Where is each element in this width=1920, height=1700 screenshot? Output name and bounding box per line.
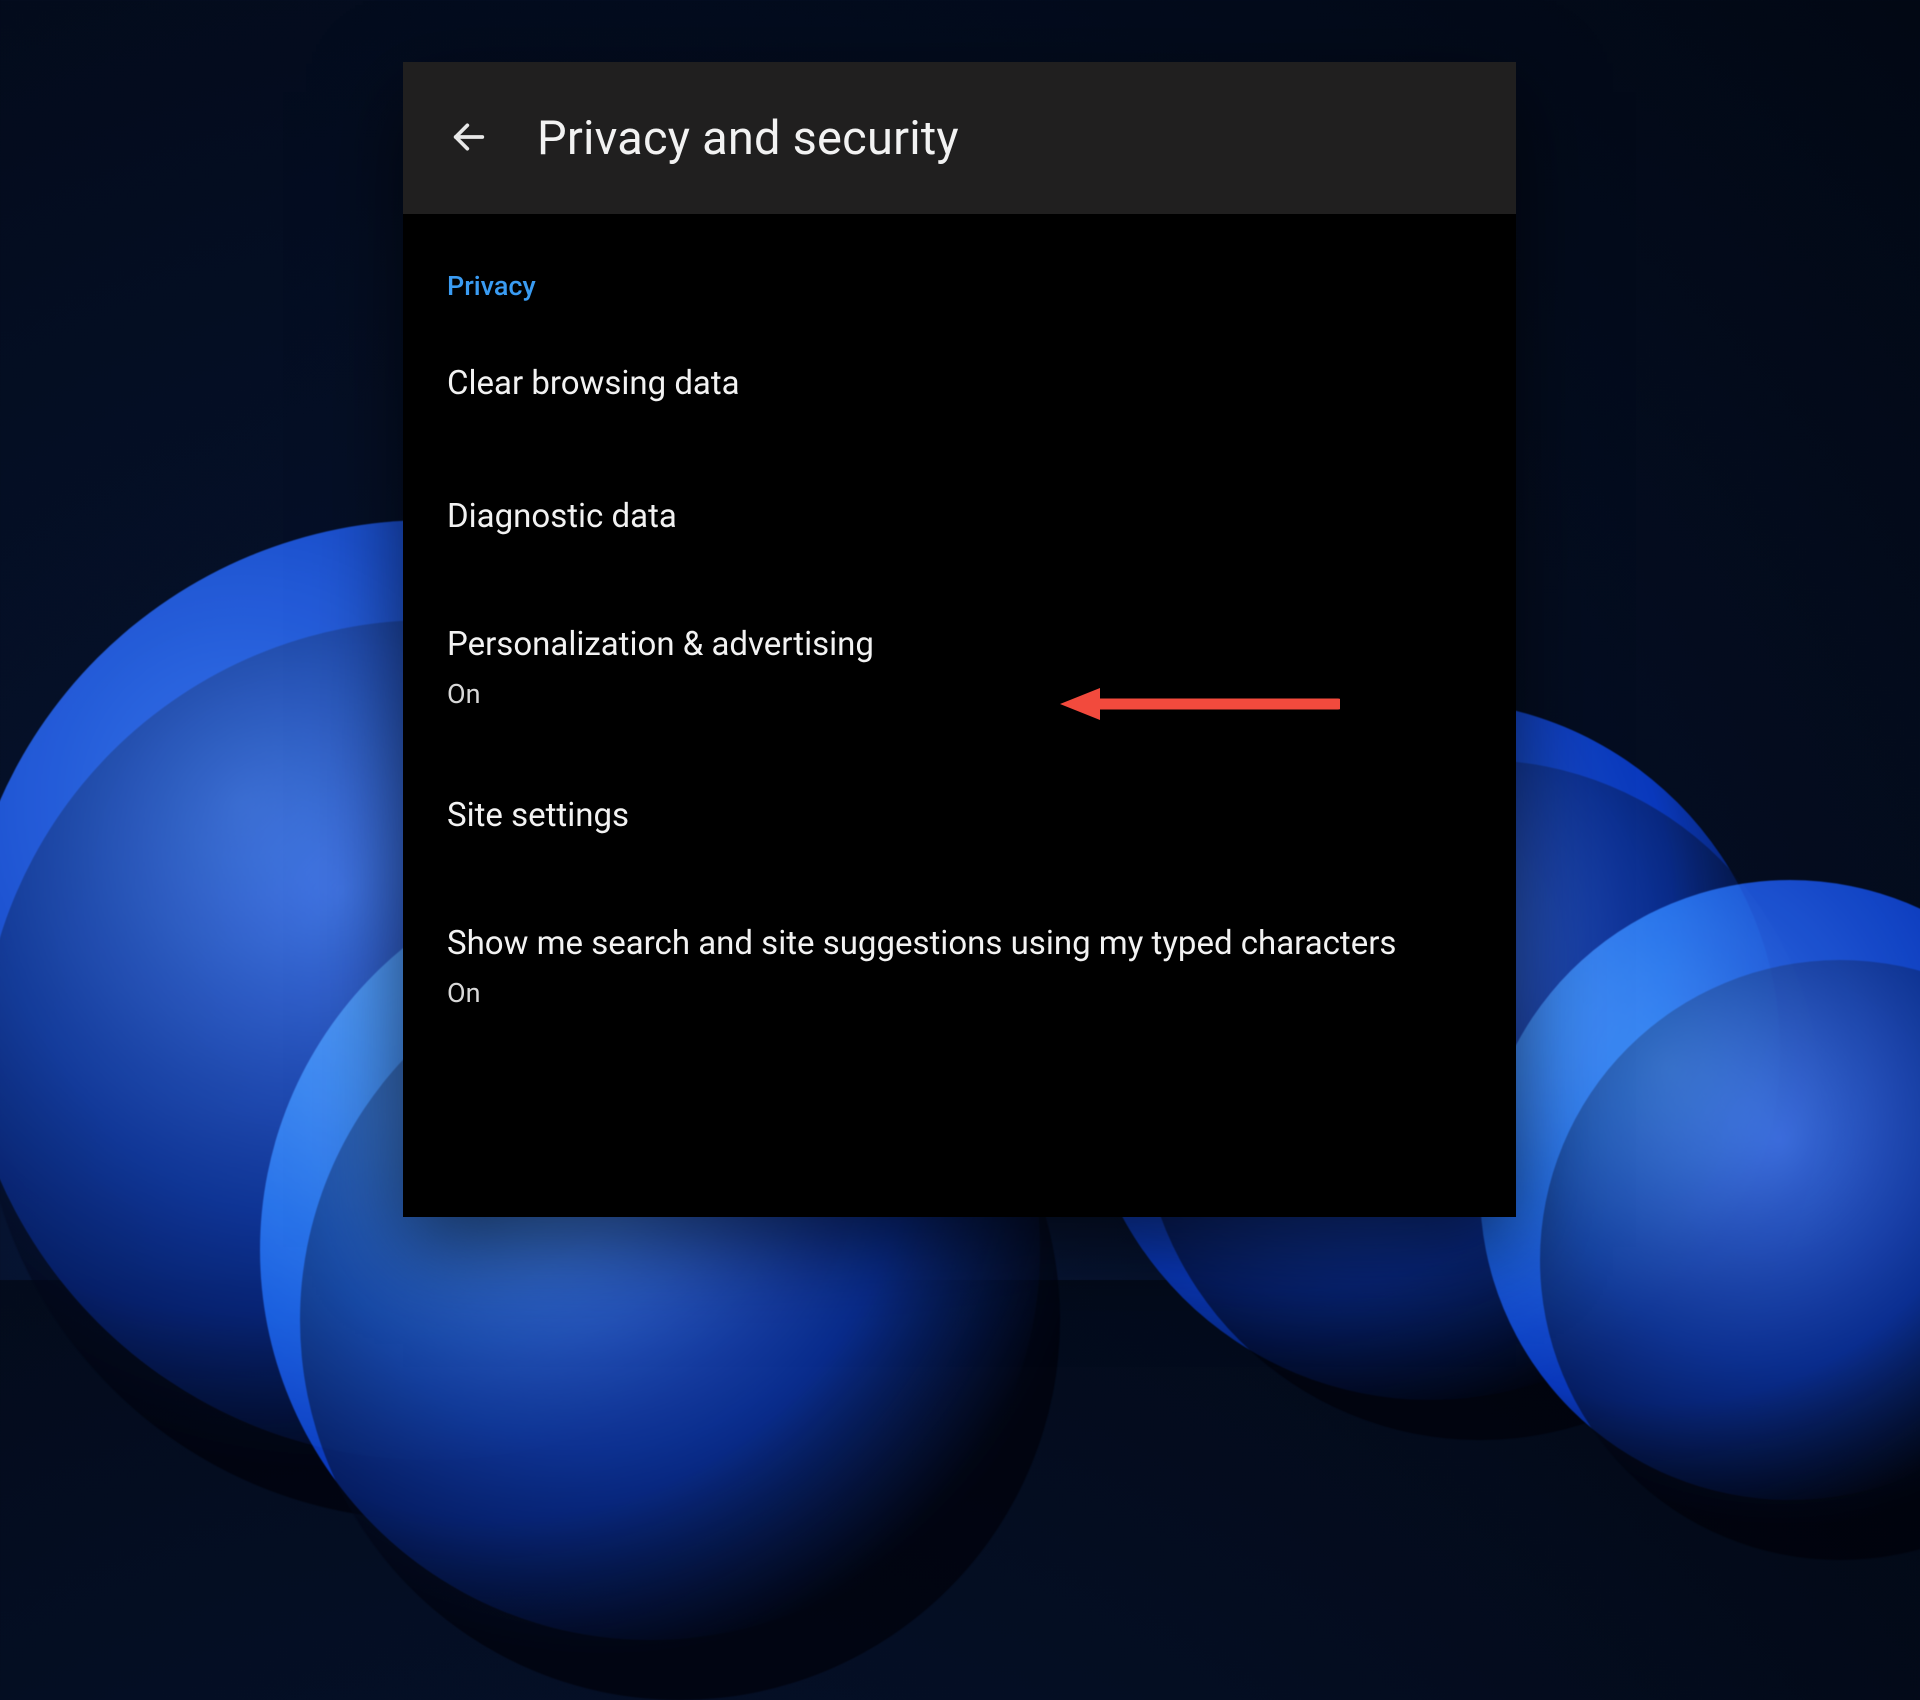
setting-title: Clear browsing data xyxy=(447,362,1472,407)
setting-personalization-advertising[interactable]: Personalization & advertising On xyxy=(403,583,1516,750)
setting-site-settings[interactable]: Site settings xyxy=(403,750,1516,883)
section-label-privacy: Privacy xyxy=(403,214,1516,318)
setting-diagnostic-data[interactable]: Diagnostic data xyxy=(403,451,1516,584)
setting-search-suggestions[interactable]: Show me search and site suggestions usin… xyxy=(403,882,1516,1049)
setting-subtext: On xyxy=(447,678,1472,710)
settings-list: Clear browsing data Diagnostic data Pers… xyxy=(403,318,1516,1049)
setting-title: Show me search and site suggestions usin… xyxy=(447,922,1472,967)
setting-subtext: On xyxy=(447,977,1472,1009)
setting-clear-browsing-data[interactable]: Clear browsing data xyxy=(403,318,1516,451)
back-button[interactable] xyxy=(431,100,507,176)
setting-title: Personalization & advertising xyxy=(447,623,1472,668)
page-title: Privacy and security xyxy=(537,111,959,166)
setting-title: Diagnostic data xyxy=(447,495,1472,540)
privacy-security-panel: Privacy and security Privacy Clear brows… xyxy=(403,62,1516,1217)
arrow-left-icon xyxy=(449,117,489,160)
setting-title: Site settings xyxy=(447,794,1472,839)
panel-header: Privacy and security xyxy=(403,62,1516,214)
